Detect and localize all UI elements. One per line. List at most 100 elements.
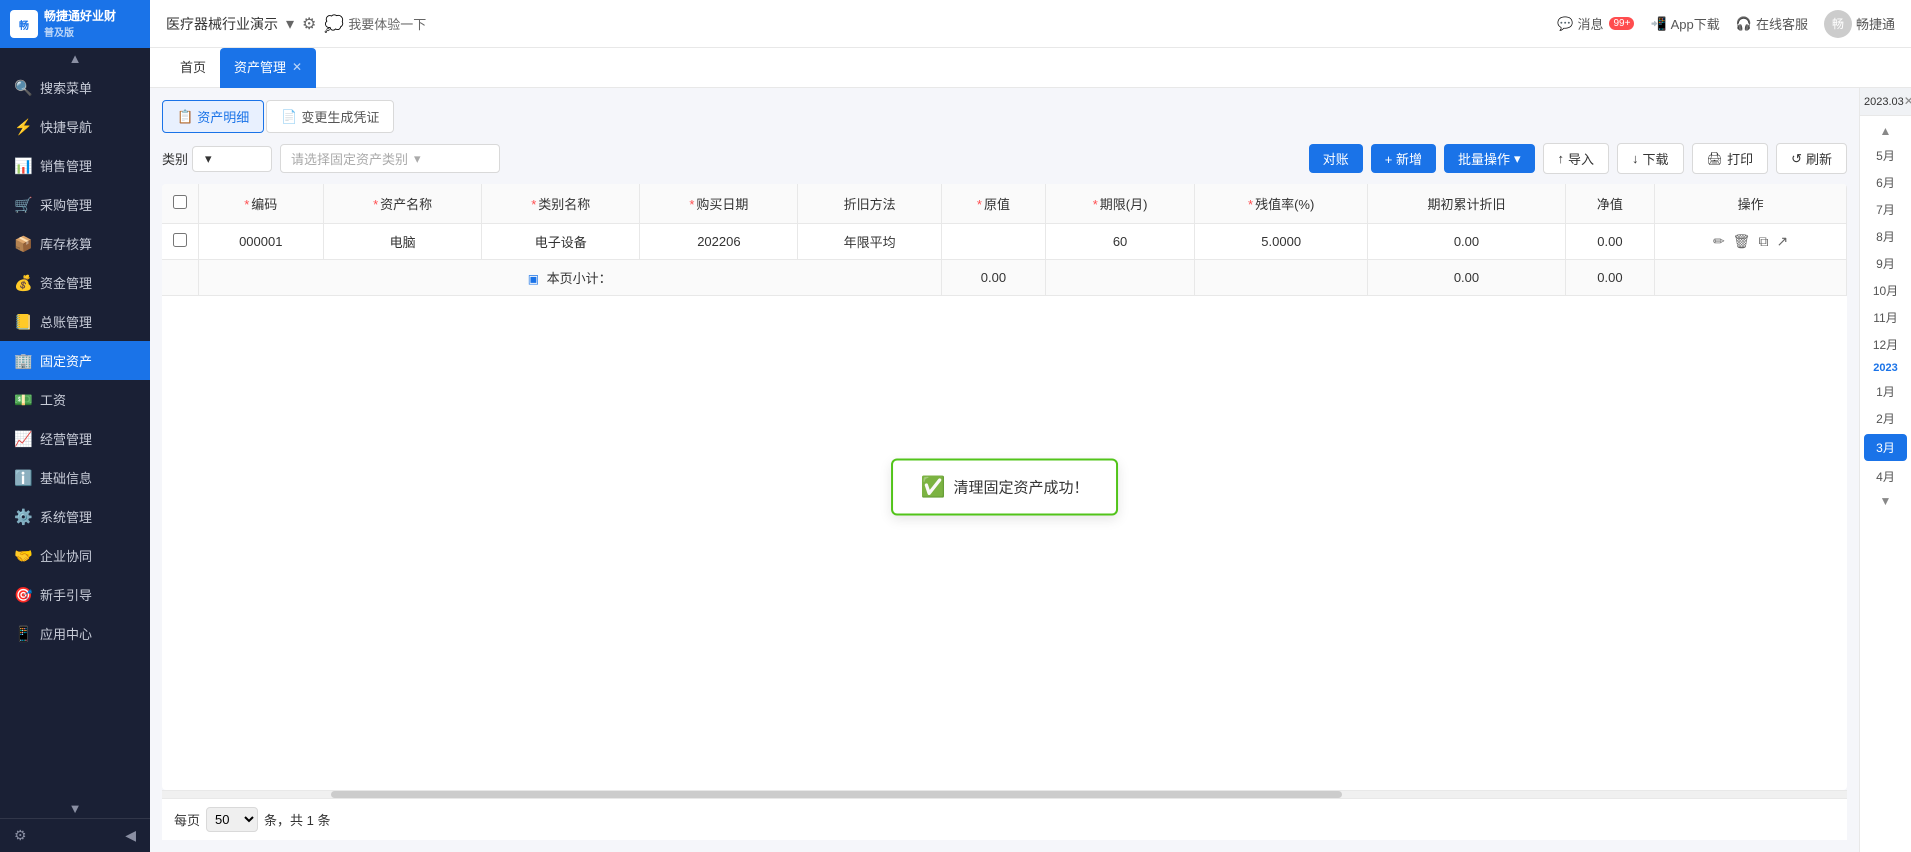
company-name: 医疗器械行业演示 — [166, 14, 278, 34]
subtotal-icon: ▣ — [528, 272, 539, 286]
refresh-label: 刷新 — [1806, 149, 1832, 168]
timeline-month-8[interactable]: 8月 — [1860, 223, 1911, 250]
fixed-assets-icon: 🏢 — [14, 352, 32, 370]
sidebar-settings-icon[interactable]: ⚙ — [14, 827, 27, 844]
header-settings-icon[interactable]: ⚙ — [302, 14, 316, 34]
subtotal-residual — [1195, 260, 1368, 296]
tab-close-icon[interactable]: ✕ — [292, 60, 302, 74]
timeline-month-1[interactable]: 1月 — [1860, 378, 1911, 405]
category-filter-input[interactable]: 请选择固定资产类别 ▾ — [280, 144, 500, 173]
sidebar-collapse-icon[interactable]: ◀ — [125, 827, 136, 844]
col-code: *编码 — [198, 184, 324, 224]
timeline-month-7[interactable]: 7月 — [1860, 196, 1911, 223]
system-icon: ⚙️ — [14, 508, 32, 526]
sidebar-item-fixed-assets[interactable]: 🏢 固定资产 — [0, 341, 150, 380]
col-depreciation-method: 折旧方法 — [798, 184, 941, 224]
timeline-close-icon[interactable]: ✕ — [1904, 94, 1911, 109]
col-net-value: 净值 — [1565, 184, 1654, 224]
user-action[interactable]: 畅 畅捷通 — [1824, 10, 1895, 38]
sidebar-item-label: 经营管理 — [40, 429, 92, 448]
sidebar-item-enterprise[interactable]: 🤝 企业协同 — [0, 536, 150, 575]
message-badge: 99+ — [1609, 17, 1634, 30]
sub-tab-asset-detail-label: 资产明细 — [197, 107, 249, 126]
sidebar-item-basic-info[interactable]: ℹ️ 基础信息 — [0, 458, 150, 497]
sidebar-item-quick-nav[interactable]: ⚡ 快捷导航 — [0, 107, 150, 146]
sidebar-item-inventory[interactable]: 📦 库存核算 — [0, 224, 150, 263]
sidebar-item-guide[interactable]: 🎯 新手引导 — [0, 575, 150, 614]
sidebar-logo: 畅 畅捷通好业财 普及版 — [0, 0, 150, 48]
timeline-month-12[interactable]: 12月 — [1860, 331, 1911, 358]
horizontal-scrollbar[interactable] — [162, 790, 1847, 798]
message-action[interactable]: 💬 消息 99+ — [1557, 14, 1634, 33]
sidebar-item-ledger[interactable]: 📒 总账管理 — [0, 302, 150, 341]
more-icon[interactable]: ↗ — [1776, 233, 1788, 250]
refresh-button[interactable]: ↺ 刷新 — [1776, 143, 1847, 174]
new-button[interactable]: + 新增 — [1371, 144, 1436, 173]
success-message: 清理固定资产成功！ — [953, 477, 1088, 498]
copy-icon[interactable]: ⧉ — [1758, 233, 1768, 250]
sidebar-scroll-down[interactable]: ▼ — [0, 798, 150, 818]
edit-icon[interactable]: ✏ — [1713, 233, 1725, 250]
message-icon: 💬 — [1557, 16, 1573, 32]
timeline-month-3-current[interactable]: 3月 — [1864, 434, 1907, 461]
success-check-icon: ✅ — [921, 475, 946, 500]
logo-sub: 普及版 — [44, 24, 116, 39]
timeline-month-2[interactable]: 2月 — [1860, 405, 1911, 432]
sidebar-scroll-up[interactable]: ▲ — [0, 48, 150, 68]
sidebar-item-search[interactable]: 🔍 搜索菜单 — [0, 68, 150, 107]
select-all-checkbox[interactable] — [173, 195, 187, 209]
cell-code: 000001 — [198, 224, 324, 260]
print-label: 打印 — [1727, 149, 1753, 168]
cell-depreciation-method: 年限平均 — [798, 224, 941, 260]
timeline-month-6[interactable]: 6月 — [1860, 169, 1911, 196]
timeline-nav-down[interactable]: ▼ — [1860, 490, 1911, 512]
sub-tab-asset-detail[interactable]: 📋 资产明细 — [162, 100, 264, 133]
table-row: 000001 电脑 电子设备 202206 年限平均 60 5.0000 0.0… — [162, 224, 1847, 260]
batch-operations-button[interactable]: 批量操作 ▾ — [1444, 144, 1535, 173]
app-download-action[interactable]: 📲 App下载 — [1650, 14, 1719, 33]
tab-asset-mgmt[interactable]: 资产管理 ✕ — [220, 48, 316, 88]
print-button[interactable]: 🖨 打印 — [1692, 143, 1769, 174]
category-filter-wrapper: 类别 ▾ — [162, 146, 272, 172]
import-icon: ↑ — [1558, 151, 1565, 166]
delete-icon[interactable]: 🗑 — [1733, 233, 1751, 250]
row-checkbox[interactable] — [173, 233, 187, 247]
scrollbar-thumb — [331, 791, 1342, 798]
per-page-select[interactable]: 10 20 50 100 — [206, 807, 258, 832]
subtotal-row: ▣ 本页小计： 0.00 0.00 0.00 — [162, 260, 1847, 296]
col-checkbox — [162, 184, 198, 224]
top-header-right: 💬 消息 99+ 📲 App下载 🎧 在线客服 畅 畅捷通 — [1557, 10, 1895, 38]
sidebar-item-label: 固定资产 — [40, 351, 92, 370]
timeline-month-9[interactable]: 9月 — [1860, 250, 1911, 277]
timeline-nav-up[interactable]: ▲ — [1860, 120, 1911, 142]
sidebar-item-capital[interactable]: 💰 资金管理 — [0, 263, 150, 302]
sidebar-item-label: 总账管理 — [40, 312, 92, 331]
experience-btn[interactable]: 💭 我要体验一下 — [324, 14, 426, 34]
category-type-select[interactable]: ▾ — [192, 146, 272, 172]
sidebar-item-sales[interactable]: 📊 销售管理 — [0, 146, 150, 185]
tab-home[interactable]: 首页 — [166, 48, 220, 88]
sidebar-item-app-center[interactable]: 📱 应用中心 — [0, 614, 150, 653]
main-area: 医疗器械行业演示 ▾ ⚙ 💭 我要体验一下 💬 消息 99+ 📲 App下载 🎧… — [150, 0, 1911, 852]
cell-residual-rate: 5.0000 — [1195, 224, 1368, 260]
timeline-month-10[interactable]: 10月 — [1860, 277, 1911, 304]
sidebar-item-salary[interactable]: 💵 工资 — [0, 380, 150, 419]
import-button[interactable]: ↑ 导入 — [1543, 143, 1610, 174]
reconcile-button[interactable]: 对账 — [1309, 144, 1363, 173]
sidebar-item-system[interactable]: ⚙️ 系统管理 — [0, 497, 150, 536]
inventory-icon: 📦 — [14, 235, 32, 253]
timeline-month-5[interactable]: 5月 — [1860, 142, 1911, 169]
download-button[interactable]: ↓ 下载 — [1617, 143, 1684, 174]
sidebar-item-purchase[interactable]: 🛒 采购管理 — [0, 185, 150, 224]
customer-service-action[interactable]: 🎧 在线客服 — [1736, 14, 1808, 33]
action-icons: ✏ 🗑 ⧉ ↗ — [1663, 233, 1838, 250]
sidebar-item-operations[interactable]: 📈 经营管理 — [0, 419, 150, 458]
sidebar-item-label: 搜索菜单 — [40, 78, 92, 97]
sidebar-bottom: ⚙ ◀ — [0, 818, 150, 852]
sub-tab-change-voucher[interactable]: 📄 变更生成凭证 — [266, 100, 394, 133]
timeline-month-11[interactable]: 11月 — [1860, 304, 1911, 331]
timeline-month-4[interactable]: 4月 — [1860, 463, 1911, 490]
asset-detail-icon: 📋 — [177, 109, 193, 125]
company-dropdown-icon[interactable]: ▾ — [286, 14, 294, 34]
subtotal-checkbox-cell — [162, 260, 198, 296]
